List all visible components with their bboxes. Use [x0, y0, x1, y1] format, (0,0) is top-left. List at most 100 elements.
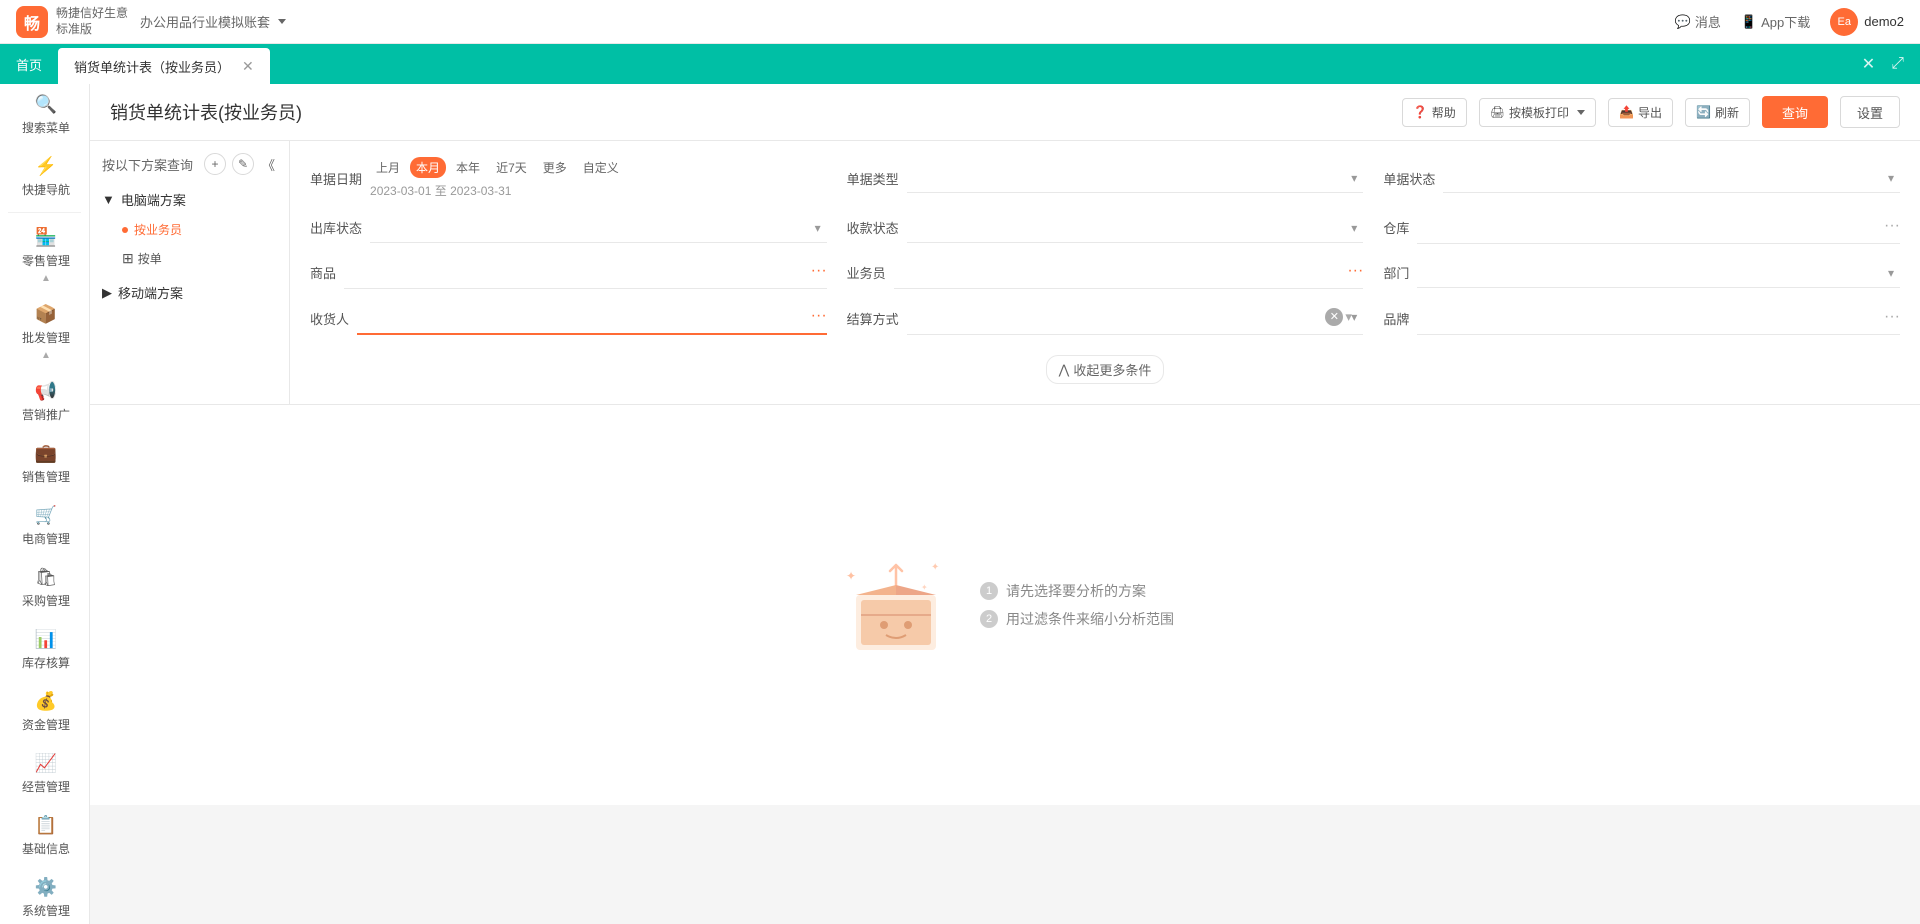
staff-input[interactable] — [894, 256, 1348, 286]
avatar: Ea — [1830, 8, 1858, 36]
export-btn[interactable]: 📤 导出 — [1608, 98, 1673, 127]
filter-brand: 品牌 ··· — [1383, 301, 1900, 335]
sidebar-item-sales[interactable]: 💼 销售管理 — [0, 433, 89, 495]
scheme-item-by-order[interactable]: ⊞ 按单 — [98, 244, 289, 273]
page-actions: ❓ 帮助 🖨 按模板打印 📤 导出 🔄 刷新 — [1402, 96, 1900, 128]
template-print-btn[interactable]: 🖨 按模板打印 — [1479, 98, 1596, 127]
logo: 畅 畅捷信好生意 标准版 — [16, 6, 128, 38]
settlement-input[interactable] — [907, 302, 1326, 332]
active-indicator — [122, 227, 128, 233]
doc-status-select[interactable] — [1443, 163, 1900, 193]
settings-btn[interactable]: 设置 — [1840, 96, 1900, 128]
retail-expand-icon: ▲ — [41, 273, 51, 284]
sidebar-item-basic[interactable]: 📋 基础信息 — [0, 805, 89, 867]
filter-form: 单据日期 上月 本月 本年 近7天 更多 自定义 — [290, 141, 1920, 404]
ecommerce-icon: 🛒 — [35, 505, 57, 526]
breadcrumb-dropdown-icon[interactable] — [278, 19, 286, 24]
receiver-input[interactable] — [357, 301, 811, 331]
help-btn[interactable]: ❓ 帮助 — [1402, 98, 1467, 127]
receiver-ellipsis[interactable]: ··· — [811, 307, 827, 325]
step-2-num: 2 — [980, 610, 998, 628]
tab-home[interactable]: 首页 — [0, 44, 58, 84]
user-profile[interactable]: Ea demo2 — [1830, 8, 1904, 36]
refresh-btn[interactable]: 🔄 刷新 — [1685, 98, 1750, 127]
message-icon: 💬 — [1675, 14, 1691, 30]
date-tab-thismonth[interactable]: 本月 — [410, 157, 446, 178]
warehouse-input[interactable] — [1417, 211, 1884, 241]
tab-sales-stat[interactable]: 销货单统计表（按业务员） ✕ — [58, 48, 270, 84]
settlement-dropdown-btn[interactable]: ▾ — [1343, 309, 1354, 324]
basic-icon: 📋 — [35, 815, 57, 836]
app-download-btn[interactable]: 📱 App下载 — [1741, 12, 1810, 31]
brand-ellipsis[interactable]: ··· — [1884, 308, 1900, 326]
logo-text: 畅捷信好生意 标准版 — [56, 6, 128, 37]
print-dropdown-icon — [1577, 110, 1585, 115]
sidebar-item-retail[interactable]: 🏪 零售管理 ▲ — [0, 217, 89, 294]
scheme-group-pc: ▼ 电脑端方案 按业务员 ⊞ — [90, 184, 289, 273]
filter-goods: 商品 ··· — [310, 256, 827, 289]
breadcrumb: 办公用品行业模拟账套 — [140, 12, 286, 31]
scheme-item-by-staff[interactable]: 按业务员 — [98, 215, 289, 244]
logo-icon: 畅 — [16, 6, 48, 38]
wholesale-expand-icon: ▲ — [41, 350, 51, 361]
sidebar-divider — [8, 212, 81, 213]
quicknav-icon: ⚡ — [35, 156, 57, 177]
empty-step-2: 2 用过滤条件来缩小分析范围 — [980, 609, 1174, 629]
date-tab-lastmonth[interactable]: 上月 — [370, 157, 406, 178]
filter-out-status: 出库状态 — [310, 211, 827, 244]
query-btn[interactable]: 查询 — [1762, 96, 1828, 128]
dept-select[interactable] — [1417, 258, 1900, 288]
scheme-group-mobile-header[interactable]: ▶ 移动端方案 — [90, 277, 289, 308]
filter-settlement: 结算方式 ✕ ▾ — [847, 301, 1364, 335]
doc-type-select[interactable] — [907, 163, 1364, 193]
tab-close-icon[interactable]: ✕ — [242, 58, 254, 75]
app-download-icon: 📱 — [1741, 14, 1757, 30]
scheme-group-pc-header[interactable]: ▼ 电脑端方案 — [90, 184, 289, 215]
scheme-group-mobile: ▶ 移动端方案 — [90, 277, 289, 308]
sidebar-item-marketing[interactable]: 📢 营销推广 — [0, 371, 89, 433]
mobile-expand-icon: ▶ — [102, 285, 112, 301]
sidebar-item-inventory[interactable]: 📊 库存核算 — [0, 619, 89, 681]
settlement-clear-btn[interactable]: ✕ — [1325, 308, 1343, 326]
filter-actions: ⋀ 收起更多条件 — [310, 347, 1900, 388]
staff-ellipsis[interactable]: ··· — [1347, 262, 1363, 280]
search-icon: 🔍 — [35, 94, 57, 115]
date-tab-more[interactable]: 更多 — [537, 157, 573, 178]
sidebar-item-ecommerce[interactable]: 🛒 电商管理 — [0, 495, 89, 557]
message-btn[interactable]: 💬 消息 — [1675, 12, 1721, 31]
sidebar-item-purchase[interactable]: 🛍 采购管理 — [0, 557, 89, 619]
collection-status-select[interactable] — [907, 213, 1364, 243]
empty-state: ✦ ✦ ✦ 1 请先选择要分析的方案 — [90, 465, 1920, 745]
filter-doc-type: 单据类型 — [847, 157, 1364, 199]
date-tab-custom[interactable]: 自定义 — [577, 157, 625, 178]
empty-text: 1 请先选择要分析的方案 2 用过滤条件来缩小分析范围 — [980, 581, 1174, 629]
filter-staff: 业务员 ··· — [847, 256, 1364, 289]
sidebar-item-finance[interactable]: 💰 资金管理 — [0, 681, 89, 743]
filter-warehouse: 仓库 ··· — [1383, 211, 1900, 244]
scheme-edit-btn[interactable]: ✎ — [232, 153, 254, 175]
brand-input[interactable] — [1417, 302, 1884, 332]
scheme-add-btn[interactable]: + — [204, 153, 226, 175]
filter-receiver: 收货人 ··· — [310, 301, 827, 335]
warehouse-ellipsis[interactable]: ··· — [1884, 217, 1900, 235]
svg-text:✦: ✦ — [846, 569, 856, 583]
filter-date: 单据日期 上月 本月 本年 近7天 更多 自定义 — [310, 157, 827, 199]
goods-ellipsis[interactable]: ··· — [811, 262, 827, 280]
sidebar-item-quicknav[interactable]: ⚡ 快捷导航 — [0, 146, 89, 208]
date-tab-7days[interactable]: 近7天 — [490, 157, 533, 178]
sidebar-item-operations[interactable]: 📈 经营管理 — [0, 743, 89, 805]
pc-expand-icon: ▼ — [102, 192, 115, 207]
goods-input[interactable] — [344, 256, 811, 286]
svg-text:✦: ✦ — [921, 583, 928, 592]
marketing-icon: 📢 — [35, 381, 57, 402]
out-status-select[interactable] — [370, 213, 827, 243]
sidebar-item-wholesale[interactable]: 📦 批发管理 ▲ — [0, 294, 89, 371]
filter-dept: 部门 — [1383, 256, 1900, 289]
tab-expand-btn[interactable]: ⤢ — [1887, 51, 1908, 77]
scheme-collapse-btn[interactable]: 《 — [260, 153, 277, 176]
date-tab-thisyear[interactable]: 本年 — [450, 157, 486, 178]
collapse-conditions-btn[interactable]: ⋀ 收起更多条件 — [1046, 355, 1165, 384]
sidebar-item-system[interactable]: ⚙️ 系统管理 — [0, 867, 89, 924]
sidebar-item-search[interactable]: 🔍 搜索菜单 — [0, 84, 89, 146]
tab-close-all-btn[interactable]: ✕ — [1858, 50, 1879, 78]
